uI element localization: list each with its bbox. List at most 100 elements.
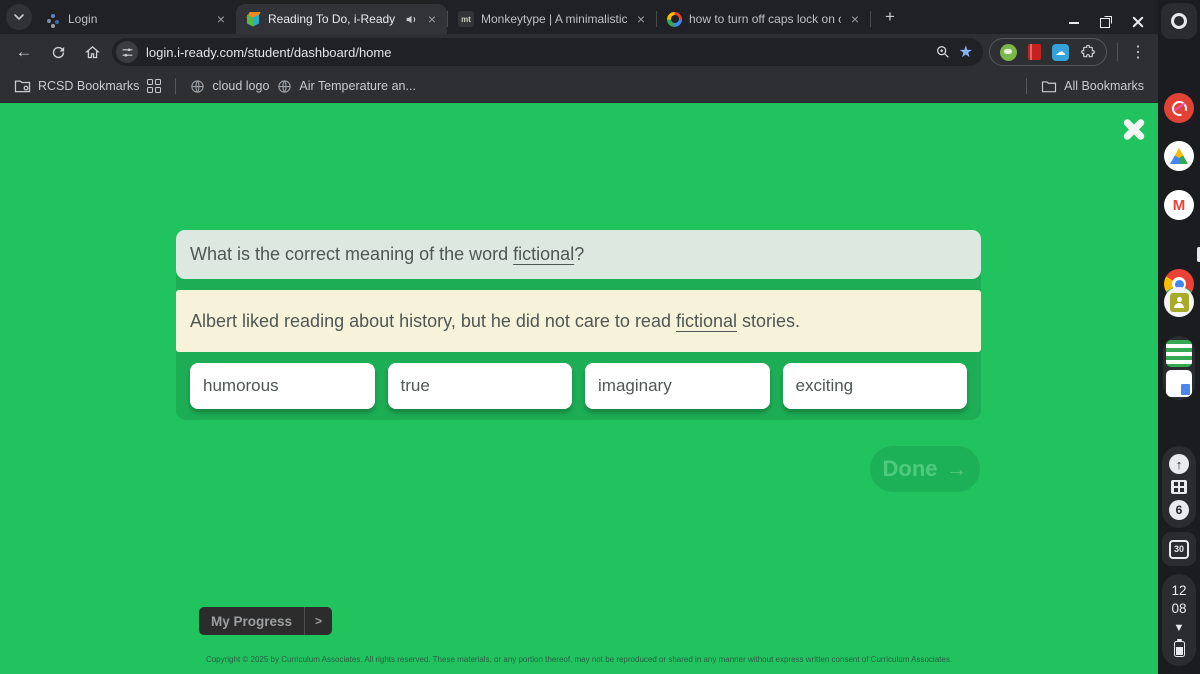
- minimize-button[interactable]: [1068, 16, 1080, 28]
- shelf-classroom-app-icon[interactable]: [1164, 287, 1194, 317]
- iready-page: What is the correct meaning of the word …: [0, 103, 1158, 674]
- managed-bookmarks-label: RCSD Bookmarks: [38, 79, 140, 93]
- window-thumbnail-doc: [1166, 369, 1192, 397]
- shelf-drive-app-icon[interactable]: [1164, 141, 1194, 171]
- answer-option-true[interactable]: true: [387, 363, 572, 409]
- answer-option-exciting[interactable]: exciting: [782, 363, 967, 409]
- login-favicon-icon: [46, 12, 61, 27]
- bookmarks-separator: [1026, 78, 1028, 94]
- notification-counter[interactable]: 6: [1169, 500, 1189, 520]
- bookmark-cloud-logo[interactable]: cloud logo: [190, 79, 269, 94]
- tab-title: Login: [68, 12, 98, 26]
- copyright-text: Copyright © 2025 by Curriculum Associate…: [205, 655, 953, 664]
- answer-option-humorous[interactable]: humorous: [190, 363, 375, 409]
- my-progress-button[interactable]: My Progress >: [199, 607, 333, 635]
- toolbar: ← login.i-ready.com/student/dashboard/ho…: [0, 34, 1158, 70]
- answer-option-imaginary[interactable]: imaginary: [585, 363, 770, 409]
- answer-options: humorous true imaginary exciting: [176, 363, 981, 409]
- done-label: Done: [882, 456, 938, 481]
- zoom-icon[interactable]: [935, 44, 951, 60]
- extension-green-icon[interactable]: [1000, 43, 1017, 61]
- tab-search-button[interactable]: [6, 4, 32, 30]
- sentence-underlined-word: fictional: [675, 310, 737, 331]
- tote-building-icon[interactable]: [1171, 480, 1187, 494]
- home-button[interactable]: [78, 38, 106, 66]
- tab-google-search[interactable]: how to turn off caps lock on ch ×: [657, 4, 870, 34]
- battery-icon: [1173, 638, 1185, 657]
- shelf-window-preview[interactable]: [1163, 336, 1195, 400]
- bookmark-air-temperature[interactable]: Air Temperature an...: [277, 79, 416, 94]
- tab-strip: Login × Reading To Do, i-Ready × mt Monk…: [0, 0, 1158, 34]
- window-controls: [1068, 16, 1158, 34]
- shelf-calendar-button[interactable]: 30: [1162, 532, 1196, 566]
- wifi-icon: ▼: [1173, 622, 1185, 634]
- window-thumbnail-green: [1166, 339, 1192, 367]
- tab-separator: [870, 11, 871, 27]
- iready-cube-favicon-icon: [246, 11, 261, 27]
- restore-button[interactable]: [1100, 16, 1112, 28]
- gmail-m-icon: M: [1172, 196, 1186, 214]
- bookmark-label: cloud logo: [212, 79, 270, 93]
- bookmark-label: Air Temperature an...: [299, 79, 416, 93]
- lesson-close-icon[interactable]: [1120, 115, 1148, 143]
- tab-title: how to turn off caps lock on ch: [689, 12, 841, 26]
- tab-iready-active[interactable]: Reading To Do, i-Ready ×: [236, 4, 447, 34]
- question-box: What is the correct meaning of the word …: [176, 230, 981, 279]
- shelf-tote[interactable]: ↑ 6: [1162, 446, 1196, 528]
- launcher-button[interactable]: [1161, 3, 1197, 39]
- extensions-pill: ☁: [989, 38, 1107, 66]
- tab-title: Reading To Do, i-Ready: [268, 12, 396, 26]
- clock-hour: 12: [1171, 583, 1187, 598]
- clock-minute: 08: [1171, 601, 1187, 616]
- bookmark-star-icon[interactable]: ★: [959, 42, 973, 62]
- reload-button[interactable]: [44, 38, 72, 66]
- sentence-prefix: Albert liked reading about history, but …: [190, 310, 676, 331]
- toolbar-separator: [1117, 43, 1118, 61]
- tab-close-icon[interactable]: ×: [425, 11, 439, 27]
- classroom-icon: [1169, 292, 1189, 312]
- address-bar[interactable]: login.i-ready.com/student/dashboard/home…: [112, 38, 983, 66]
- extensions-puzzle-icon[interactable]: [1080, 44, 1096, 60]
- tab-audio-icon[interactable]: [405, 13, 418, 26]
- window-close-button[interactable]: [1132, 16, 1144, 28]
- sentence-suffix: stories.: [737, 310, 801, 331]
- url-text[interactable]: login.i-ready.com/student/dashboard/home: [146, 45, 927, 60]
- tab-monkeytype[interactable]: mt Monkeytype | A minimalistic, c ×: [448, 4, 656, 34]
- sentence-box: Albert liked reading about history, but …: [176, 290, 981, 352]
- monkeytype-favicon-icon: mt: [458, 11, 474, 27]
- screen: Login × Reading To Do, i-Ready × mt Monk…: [0, 0, 1200, 674]
- bookmarks-bar: RCSD Bookmarks cloud logo Air Temperatur…: [0, 70, 1158, 103]
- extension-dictionary-icon[interactable]: [1028, 44, 1041, 60]
- tab-close-icon[interactable]: ×: [214, 11, 228, 27]
- status-tray[interactable]: 12 08 ▼: [1162, 574, 1196, 666]
- tote-upload-icon[interactable]: ↑: [1169, 454, 1189, 474]
- done-arrow-icon: →: [945, 456, 968, 481]
- back-button[interactable]: ←: [10, 38, 38, 66]
- tab-login[interactable]: Login ×: [36, 4, 236, 34]
- drive-triangle-icon: [1170, 148, 1188, 164]
- managed-bookmarks-folder[interactable]: RCSD Bookmarks: [14, 79, 139, 93]
- question-prefix: What is the correct meaning of the word: [190, 244, 514, 264]
- calendar-icon: 30: [1169, 539, 1189, 559]
- apps-grid-icon[interactable]: [147, 79, 162, 93]
- shelf-gmail-app-icon[interactable]: M: [1164, 190, 1194, 220]
- site-settings-icon[interactable]: [116, 41, 138, 63]
- bookmarks-separator: [175, 78, 177, 94]
- new-tab-button[interactable]: +: [877, 4, 903, 30]
- extension-cloud-icon[interactable]: ☁: [1052, 43, 1069, 61]
- browser-menu-icon[interactable]: ⋮: [1128, 42, 1148, 62]
- my-progress-chevron-icon: >: [304, 607, 332, 635]
- shelf: M ↑ 6 30 12 08 ▼: [1158, 0, 1200, 674]
- my-progress-label: My Progress: [211, 613, 293, 629]
- shelf-canvas-app-icon[interactable]: [1164, 93, 1194, 123]
- tab-close-icon[interactable]: ×: [848, 11, 862, 27]
- question-suffix: ?: [574, 244, 585, 264]
- browser-window: Login × Reading To Do, i-Ready × mt Monk…: [0, 0, 1158, 674]
- tab-close-icon[interactable]: ×: [634, 11, 648, 27]
- done-button[interactable]: Done →: [870, 446, 980, 492]
- all-bookmarks-button[interactable]: All Bookmarks: [1041, 79, 1144, 93]
- question-underlined-word: fictional: [513, 244, 575, 264]
- tab-title: Monkeytype | A minimalistic, c: [481, 12, 627, 26]
- all-bookmarks-label: All Bookmarks: [1064, 79, 1144, 93]
- quiz-card: What is the correct meaning of the word …: [176, 230, 981, 420]
